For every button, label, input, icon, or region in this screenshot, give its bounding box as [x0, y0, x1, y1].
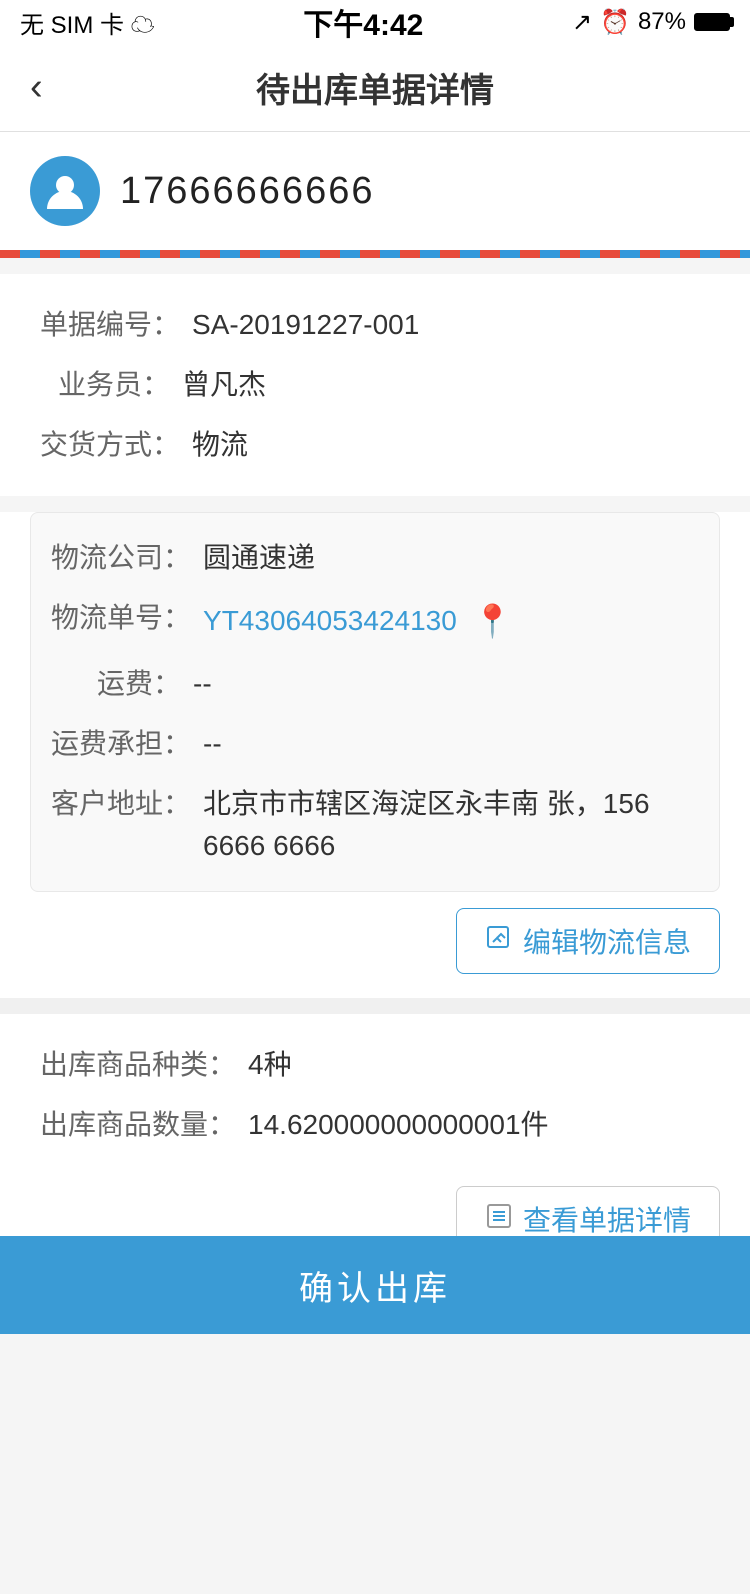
goods-quantity-label: 出库商品数量： [40, 1104, 236, 1146]
goods-type-row: 出库商品种类： 4种 [40, 1044, 710, 1086]
confirm-bar[interactable]: 确认出库 [0, 1236, 750, 1334]
freight-label: 运费： [51, 663, 181, 705]
view-detail-label: 查看单据详情 [523, 1199, 691, 1239]
salesman-row: 业务员： 曾凡杰 [40, 364, 710, 406]
nav-bar: ‹ 待出库单据详情 [0, 44, 750, 132]
battery-percent: 87% [638, 8, 686, 36]
back-button[interactable]: ‹ [30, 66, 43, 109]
freight-bear-row: 运费承担： -- [51, 723, 699, 765]
document-number-row: 单据编号： SA-20191227-001 [40, 304, 710, 346]
document-info: 单据编号： SA-20191227-001 业务员： 曾凡杰 交货方式： 物流 [0, 274, 750, 496]
customer-phone: 17666666666 [120, 170, 374, 213]
logistics-tracking-label: 物流单号： [51, 597, 191, 639]
freight-bear-label: 运费承担： [51, 723, 191, 765]
edit-btn-row: 编辑物流信息 [0, 892, 750, 998]
status-left: 无 SIM 卡 ☁ [20, 5, 155, 40]
freight-row: 运费： -- [51, 663, 699, 705]
sim-text: 无 SIM 卡 ☁ [20, 5, 155, 40]
edit-logistics-button[interactable]: 编辑物流信息 [456, 908, 720, 974]
location-status-icon: ↗ [572, 8, 592, 37]
avatar [30, 156, 100, 226]
customer-header: 17666666666 [0, 132, 750, 250]
status-right: ↗ ⏰ 87% [572, 8, 730, 37]
address-value: 北京市市辖区海淀区永丰南 张，156 6666 6666 [203, 783, 699, 867]
confirm-label: 确认出库 [299, 1261, 451, 1310]
goods-quantity-row: 出库商品数量： 14.620000000000001件 [40, 1104, 710, 1146]
edit-icon [485, 924, 513, 959]
goods-type-value: 4种 [248, 1044, 710, 1086]
map-pin-icon[interactable]: 📍 [473, 597, 513, 645]
logistics-wrapper: 物流公司： 圆通速递 物流单号： YT43064053424130 📍 运费： … [0, 512, 750, 998]
alarm-icon: ⏰ [600, 8, 630, 37]
goods-section: 出库商品种类： 4种 出库商品数量： 14.620000000000001件 [0, 1014, 750, 1170]
document-number-value: SA-20191227-001 [192, 304, 710, 346]
tracking-number: YT43064053424130 [203, 600, 457, 642]
logistics-company-value: 圆通速递 [203, 537, 699, 579]
goods-type-label: 出库商品种类： [40, 1044, 236, 1086]
freight-value: -- [193, 663, 699, 705]
address-row: 客户地址： 北京市市辖区海淀区永丰南 张，156 6666 6666 [51, 783, 699, 867]
status-bar: 无 SIM 卡 ☁ 下午4:42 ↗ ⏰ 87% [0, 0, 750, 44]
salesman-value: 曾凡杰 [182, 364, 710, 406]
decorative-divider [0, 250, 750, 258]
battery-icon [694, 13, 730, 31]
logistics-card: 物流公司： 圆通速递 物流单号： YT43064053424130 📍 运费： … [30, 512, 720, 892]
delivery-row: 交货方式： 物流 [40, 424, 710, 466]
freight-bear-value: -- [203, 723, 699, 765]
section-divider [0, 998, 750, 1014]
logistics-company-row: 物流公司： 圆通速递 [51, 537, 699, 579]
status-time: 下午4:42 [303, 0, 423, 44]
delivery-value: 物流 [192, 424, 710, 466]
delivery-label: 交货方式： [40, 424, 180, 466]
list-icon [485, 1202, 513, 1237]
logistics-company-label: 物流公司： [51, 537, 191, 579]
goods-quantity-value: 14.620000000000001件 [248, 1104, 710, 1146]
address-label: 客户地址： [51, 783, 191, 825]
edit-logistics-label: 编辑物流信息 [523, 921, 691, 961]
page-title: 待出库单据详情 [256, 63, 494, 112]
salesman-label: 业务员： [40, 364, 170, 406]
logistics-tracking-row: 物流单号： YT43064053424130 📍 [51, 597, 699, 645]
document-number-label: 单据编号： [40, 304, 180, 346]
logistics-tracking-value: YT43064053424130 📍 [203, 597, 699, 645]
